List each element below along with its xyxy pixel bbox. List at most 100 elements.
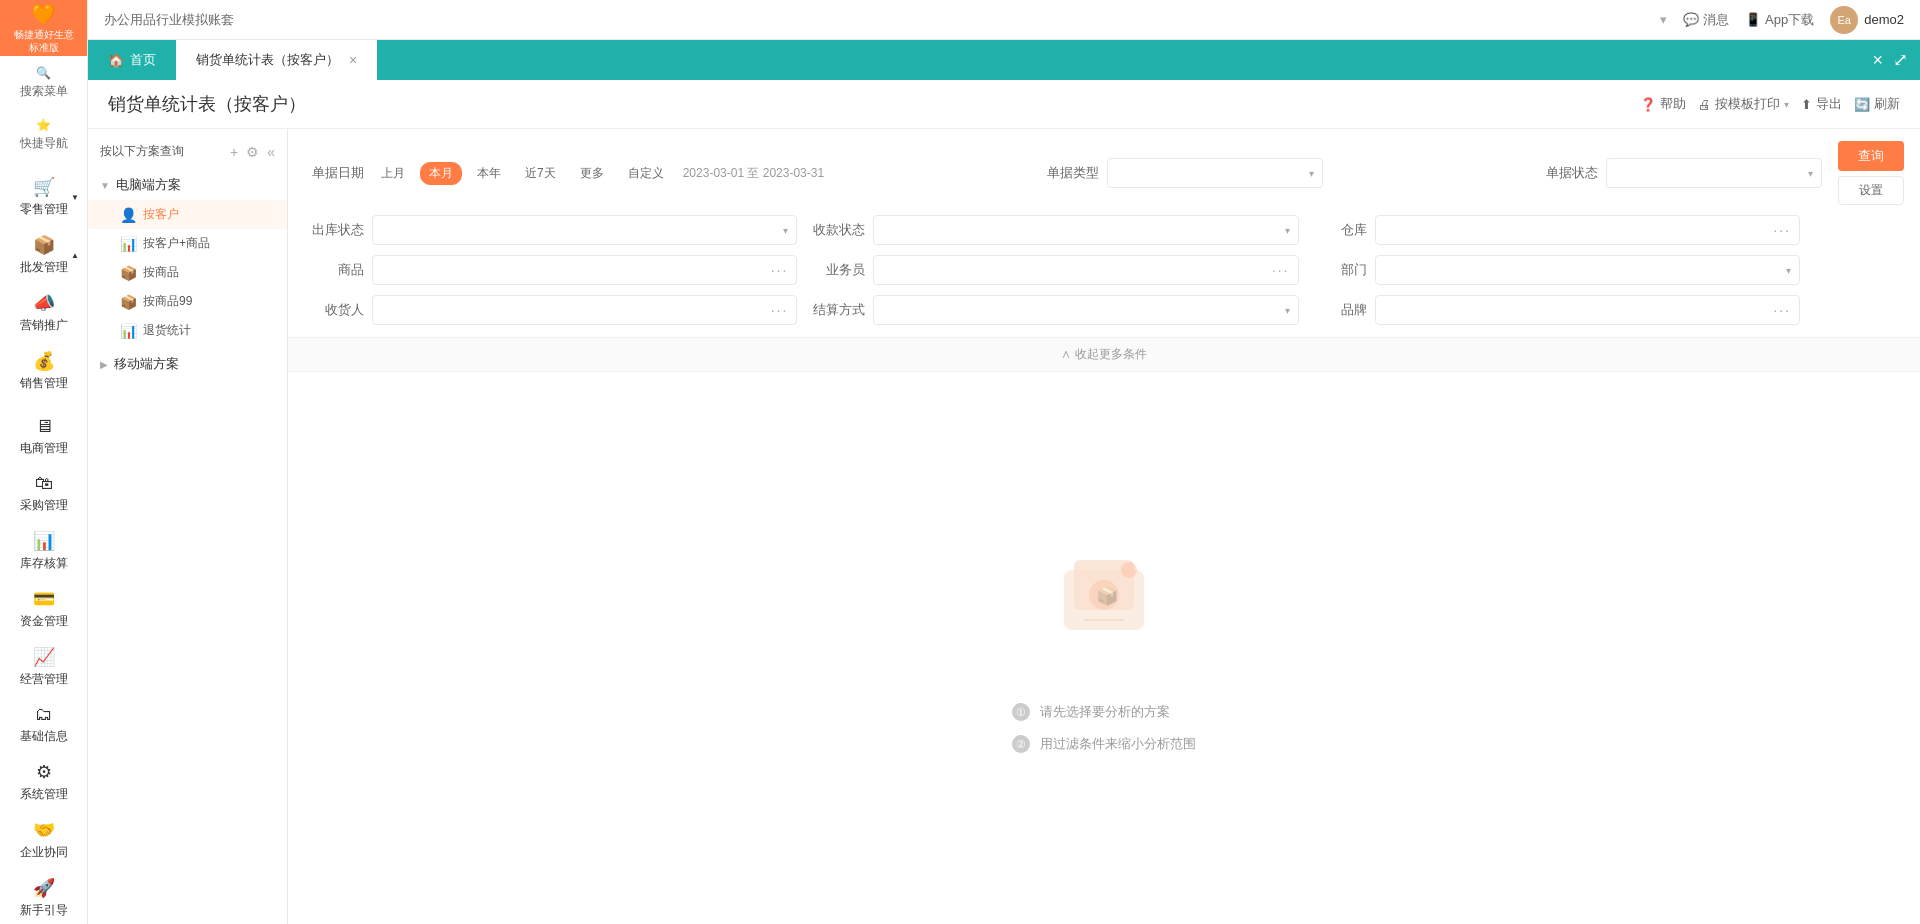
sidebar-item-basic[interactable]: 🗂 基础信息 [0,696,87,753]
marketing-icon: 📣 [33,292,55,314]
date-btn-thisyear[interactable]: 本年 [468,162,510,185]
scheme-by-customer-product[interactable]: 📊 按客户+商品 [88,229,287,258]
mobile-scheme-group[interactable]: ▶ 移动端方案 [88,349,287,379]
filter-row-4: 收货人 ··· 结算方式 ▾ 品牌 ··· [304,295,1904,325]
collapse-text: ∧ 收起更多条件 [1061,347,1146,361]
sidebar-item-marketing[interactable]: 📣 营销推广 [0,284,87,342]
scheme-return-stats[interactable]: 📊 退货统计 [88,316,287,345]
salesperson-select[interactable]: ··· [873,255,1298,285]
sidebar-item-ecommerce[interactable]: 🖥 电商管理 [0,408,87,465]
left-panel-icons: + ⚙ « [230,144,275,160]
scheme-by-product99[interactable]: 📦 按商品99 [88,287,287,316]
stock-status-select[interactable]: ▾ [372,215,797,245]
product-scheme-label: 按商品 [143,264,179,281]
export-btn[interactable]: ⬆ 导出 [1801,95,1842,113]
app-download-action[interactable]: 📱 App下载 [1745,11,1814,29]
user-area[interactable]: Ea demo2 [1830,6,1904,34]
home-icon: 🏠 [108,53,124,68]
sidebar-item-finance[interactable]: 💳 资金管理 [0,580,87,638]
tab-window-controls: × ⤢ [1872,49,1920,71]
settlement-label: 结算方式 [805,301,865,319]
brand-dots: ··· [1773,302,1791,318]
brand-select[interactable]: ··· [1375,295,1800,325]
order-type-select[interactable]: ▾ [1107,158,1323,188]
export-label: 导出 [1816,95,1842,113]
mobile-group-label: 移动端方案 [114,355,179,373]
sidebar-item-purchase[interactable]: 🛍 采购管理 [0,465,87,522]
sidebar-item-quicknav[interactable]: ⭐ 快捷导航 [0,110,87,160]
retail-arrow: ▼ [71,193,79,202]
help-label: 帮助 [1660,95,1686,113]
sidebar-item-inventory[interactable]: 📊 库存核算 [0,522,87,580]
order-status-arrow: ▾ [1808,168,1813,179]
maximize-icon[interactable]: ⤢ [1893,49,1908,71]
cust-prod-scheme-label: 按客户+商品 [143,235,210,252]
settlement-select[interactable]: ▾ [873,295,1298,325]
receiver-select[interactable]: ··· [372,295,797,325]
salesperson-label: 业务员 [805,261,865,279]
sidebar-item-operations[interactable]: 📈 经营管理 [0,638,87,696]
left-panel-header: 按以下方案查询 + ⚙ « [88,137,287,166]
collapse-bar[interactable]: ∧ 收起更多条件 [288,338,1920,372]
operations-icon: 📈 [33,646,55,668]
newuser-icon: 🚀 [33,877,55,899]
department-select[interactable]: ▾ [1375,255,1800,285]
sidebar-item-wholesale[interactable]: 📦 批发管理 ▲ [0,226,87,284]
sidebar-item-enterprise[interactable]: 🤝 企业协同 [0,811,87,869]
help-btn[interactable]: ❓ 帮助 [1640,95,1686,113]
receiver-dots: ··· [771,302,789,318]
tabs-bar: 🏠 首页 销货单统计表（按客户） × × ⤢ [88,40,1920,80]
order-status-label: 单据状态 [1538,164,1598,182]
date-btn-lastmonth[interactable]: 上月 [372,162,414,185]
print-icon: 🖨 [1698,97,1711,112]
payment-status-label: 收款状态 [805,221,865,239]
home-label: 首页 [130,51,156,69]
pc-scheme-group: ▼ 电脑端方案 👤 按客户 📊 按客户+商品 📦 按商品 [88,166,287,349]
return-scheme-icon: 📊 [120,323,137,339]
stock-status-label: 出库状态 [304,221,364,239]
date-btn-thismonth[interactable]: 本月 [420,162,462,185]
message-action[interactable]: 💬 消息 [1683,11,1729,29]
scheme-by-customer[interactable]: 👤 按客户 [88,200,287,229]
settings-button[interactable]: 设置 [1838,176,1904,205]
settings-scheme-icon[interactable]: ⚙ [246,144,259,160]
date-btn-more[interactable]: 更多 [571,162,613,185]
add-scheme-icon[interactable]: + [230,144,238,160]
sidebar-item-retail[interactable]: 🛒 零售管理 ▼ [0,168,87,226]
purchase-icon: 🛍 [35,473,53,494]
right-panel: 单据日期 上月 本月 本年 近7天 更多 自定义 2023-03-01 至 20… [288,129,1920,924]
pc-group-title[interactable]: ▼ 电脑端方案 [88,170,287,200]
enterprise-icon: 🤝 [33,819,55,841]
sidebar-item-newuser[interactable]: 🚀 新手引导 [0,869,87,924]
ecommerce-icon: 🖥 [35,416,53,437]
warehouse-select[interactable]: ··· [1375,215,1800,245]
system-icon: ⚙ [36,761,52,783]
sidebar-item-search[interactable]: 🔍 搜索菜单 [0,56,87,110]
refresh-btn[interactable]: 🔄 刷新 [1854,95,1900,113]
tab-home[interactable]: 🏠 首页 [88,40,176,80]
template-print-btn[interactable]: 🖨 按模板打印 ▾ [1698,95,1789,113]
query-button[interactable]: 查询 [1838,141,1904,171]
filter-row-2: 出库状态 ▾ 收款状态 ▾ 仓库 ··· [304,215,1904,245]
date-btn-7days[interactable]: 近7天 [516,162,565,185]
customer-scheme-label: 按客户 [143,206,179,223]
sidebar: 🧡 畅捷通好生意 标准版 🔍 搜索菜单 ⭐ 快捷导航 🛒 零售管理 ▼ 📦 批发… [0,0,88,924]
order-status-select[interactable]: ▾ [1606,158,1822,188]
tab-active[interactable]: 销货单统计表（按客户） × [176,40,377,80]
close-window-icon[interactable]: × [1872,50,1883,71]
sidebar-item-sales[interactable]: 💰 销售管理 [0,342,87,400]
tab-close-icon[interactable]: × [349,52,357,68]
scheme-by-product[interactable]: 📦 按商品 [88,258,287,287]
date-range: 2023-03-01 至 2023-03-31 [683,165,824,182]
product-select[interactable]: ··· [372,255,797,285]
collapse-panel-icon[interactable]: « [267,144,275,160]
dropdown-arrow[interactable]: ▾ [1660,12,1667,27]
date-btn-custom[interactable]: 自定义 [619,162,673,185]
download-icon: 📱 [1745,12,1761,27]
page-title: 销货单统计表（按客户） [108,92,306,116]
payment-status-arrow: ▾ [1285,225,1290,236]
inventory-label: 库存核算 [20,555,68,572]
payment-status-select[interactable]: ▾ [873,215,1298,245]
purchase-label: 采购管理 [20,497,68,514]
sidebar-item-system[interactable]: ⚙ 系统管理 [0,753,87,811]
